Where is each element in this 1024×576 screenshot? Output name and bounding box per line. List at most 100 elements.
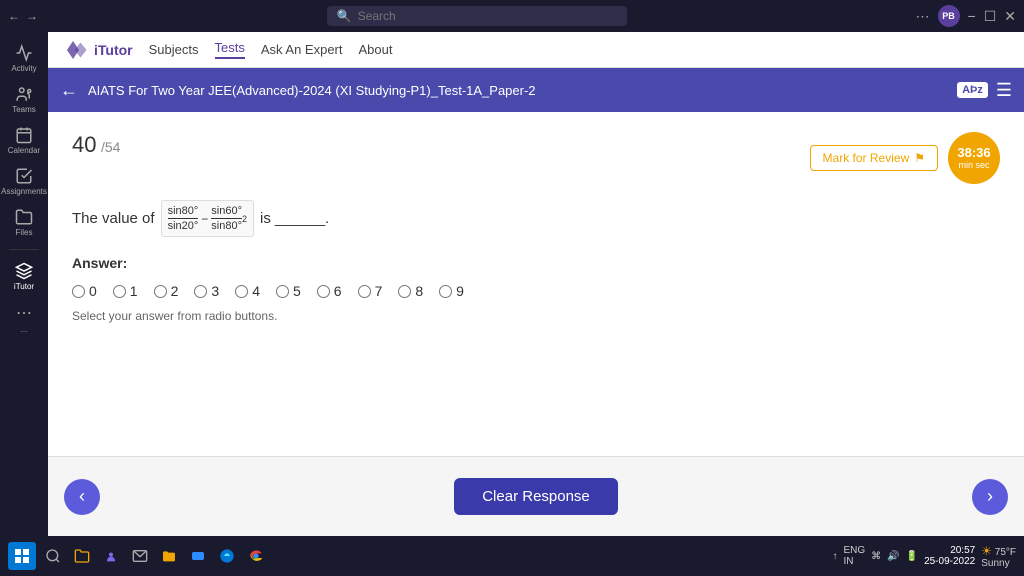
radio-label-2: 2 bbox=[171, 283, 179, 299]
radio-input-9[interactable] bbox=[439, 285, 452, 298]
radio-option-4[interactable]: 4 bbox=[235, 283, 260, 299]
taskbar-icons bbox=[40, 543, 828, 569]
language-indicator: ENGIN bbox=[843, 545, 865, 567]
radio-option-5[interactable]: 5 bbox=[276, 283, 301, 299]
sidebar-item-teams[interactable]: Teams bbox=[2, 81, 46, 118]
restore-icon[interactable]: ☐ bbox=[984, 8, 997, 25]
radio-option-2[interactable]: 2 bbox=[154, 283, 179, 299]
next-button[interactable]: › bbox=[972, 479, 1008, 515]
nav-link-about[interactable]: About bbox=[359, 42, 393, 57]
top-bar: ← → 🔍 ⋯ PB − ☐ ✕ bbox=[0, 0, 1024, 32]
sidebar-item-files[interactable]: Files bbox=[2, 204, 46, 241]
radio-label-3: 3 bbox=[211, 283, 219, 299]
taskbar-edge-icon[interactable] bbox=[214, 543, 240, 569]
radio-label-4: 4 bbox=[252, 283, 260, 299]
header-title: AIATS For Two Year JEE(Advanced)-2024 (X… bbox=[88, 83, 947, 98]
sidebar-item-activity[interactable]: Activity bbox=[2, 40, 46, 77]
taskbar-folder-icon[interactable] bbox=[156, 543, 182, 569]
radio-input-1[interactable] bbox=[113, 285, 126, 298]
radio-input-5[interactable] bbox=[276, 285, 289, 298]
radio-input-7[interactable] bbox=[358, 285, 371, 298]
footer: ‹ Clear Response › bbox=[48, 456, 1024, 536]
sidebar-label-files: Files bbox=[16, 228, 33, 237]
weather-condition: Sunny bbox=[981, 558, 1009, 569]
time-display[interactable]: 20:57 25-09-2022 bbox=[924, 545, 975, 567]
radio-input-3[interactable] bbox=[194, 285, 207, 298]
question-number-display: 40 /54 bbox=[72, 132, 120, 158]
sidebar-item-calendar[interactable]: Calendar bbox=[2, 122, 46, 159]
clear-response-button[interactable]: Clear Response bbox=[454, 478, 618, 515]
taskbar-zoom-icon[interactable] bbox=[185, 543, 211, 569]
radio-label-8: 8 bbox=[415, 283, 423, 299]
taskbar-teams-icon[interactable] bbox=[98, 543, 124, 569]
search-input[interactable] bbox=[358, 9, 617, 23]
radio-label-6: 6 bbox=[334, 283, 342, 299]
prev-button[interactable]: ‹ bbox=[64, 479, 100, 515]
radio-option-9[interactable]: 9 bbox=[439, 283, 464, 299]
mark-review-button[interactable]: Mark for Review ⚑ bbox=[810, 145, 938, 171]
timer-time: 38:36 bbox=[957, 145, 990, 161]
windows-start-button[interactable] bbox=[8, 542, 36, 570]
radio-label-5: 5 bbox=[293, 283, 301, 299]
timer-label: min sec bbox=[958, 160, 989, 171]
sidebar-label-activity: Activity bbox=[11, 64, 36, 73]
radio-option-0[interactable]: 0 bbox=[72, 283, 97, 299]
header-bar: ← AIATS For Two Year JEE(Advanced)-2024 … bbox=[48, 68, 1024, 112]
sidebar-label-teams: Teams bbox=[12, 105, 36, 114]
battery-icon[interactable]: 🔋 bbox=[906, 551, 918, 562]
weather-icon: ☀ bbox=[981, 544, 992, 558]
question-header: 40 /54 Mark for Review ⚑ 38:36 min sec bbox=[72, 132, 1000, 184]
radio-input-8[interactable] bbox=[398, 285, 411, 298]
hamburger-menu-icon[interactable]: ☰ bbox=[996, 80, 1012, 101]
question-number: 40 bbox=[72, 132, 96, 157]
close-icon[interactable]: ✕ bbox=[1004, 8, 1016, 25]
sidebar-item-more[interactable]: ⋯ ... bbox=[2, 299, 46, 338]
answer-section: Answer: 0 1 2 3 4 5 6 7 8 9 Select your … bbox=[72, 255, 1000, 323]
system-tray: ↑ ENGIN ⌘ 🔊 🔋 20:57 25-09-2022 ☀ 75°F Su… bbox=[832, 544, 1016, 569]
radio-option-7[interactable]: 7 bbox=[358, 283, 383, 299]
volume-icon[interactable]: 🔊 bbox=[887, 551, 899, 562]
nav-link-subjects[interactable]: Subjects bbox=[149, 42, 199, 57]
search-icon: 🔍 bbox=[337, 9, 352, 23]
fraction-2-denominator: sin80° bbox=[211, 219, 242, 232]
wifi-icon[interactable]: ⌘ bbox=[871, 551, 881, 562]
radio-option-1[interactable]: 1 bbox=[113, 283, 138, 299]
sidebar-label-assignments: Assignments bbox=[1, 187, 47, 196]
minimize-icon[interactable]: − bbox=[968, 8, 976, 24]
tray-arrow-icon[interactable]: ↑ bbox=[832, 551, 837, 562]
nav-link-tests[interactable]: Tests bbox=[215, 40, 245, 59]
az-badge[interactable]: AÞz bbox=[957, 82, 988, 98]
nav-link-ask-expert[interactable]: Ask An Expert bbox=[261, 42, 343, 57]
radio-input-0[interactable] bbox=[72, 285, 85, 298]
sidebar-item-itutor[interactable]: iTutor bbox=[2, 258, 46, 295]
weather-display: ☀ 75°F Sunny bbox=[981, 544, 1016, 569]
radio-label-7: 7 bbox=[375, 283, 383, 299]
radio-option-3[interactable]: 3 bbox=[194, 283, 219, 299]
main-content: 40 /54 Mark for Review ⚑ 38:36 min sec T… bbox=[48, 112, 1024, 496]
taskbar-search-icon[interactable] bbox=[40, 543, 66, 569]
sidebar-label-itutor: iTutor bbox=[14, 282, 34, 291]
sidebar-item-assignments[interactable]: Assignments bbox=[2, 163, 46, 200]
taskbar-mail-icon[interactable] bbox=[127, 543, 153, 569]
radio-input-4[interactable] bbox=[235, 285, 248, 298]
radio-input-2[interactable] bbox=[154, 285, 167, 298]
current-date: 25-09-2022 bbox=[924, 556, 975, 567]
superscript-2: 2 bbox=[242, 214, 247, 224]
question-text-prefix: The value of bbox=[72, 210, 155, 227]
radio-input-6[interactable] bbox=[317, 285, 330, 298]
taskbar-chrome-icon[interactable] bbox=[243, 543, 269, 569]
back-button[interactable]: ← bbox=[60, 80, 78, 101]
radio-label-9: 9 bbox=[456, 283, 464, 299]
avatar[interactable]: PB bbox=[938, 5, 960, 27]
radio-option-6[interactable]: 6 bbox=[317, 283, 342, 299]
teams-nav-links: Subjects Tests Ask An Expert About bbox=[149, 40, 393, 59]
search-box[interactable]: 🔍 bbox=[327, 6, 627, 26]
teams-logo: iTutor bbox=[64, 38, 133, 62]
forward-nav-arrow[interactable]: → bbox=[26, 9, 38, 23]
taskbar-file-explorer-icon[interactable] bbox=[69, 543, 95, 569]
radio-option-8[interactable]: 8 bbox=[398, 283, 423, 299]
ellipsis-icon[interactable]: ⋯ bbox=[916, 8, 930, 25]
question-text-suffix: is ______. bbox=[260, 210, 329, 227]
back-nav-arrow[interactable]: ← bbox=[8, 9, 20, 23]
instruction-text: Select your answer from radio buttons. bbox=[72, 309, 1000, 323]
